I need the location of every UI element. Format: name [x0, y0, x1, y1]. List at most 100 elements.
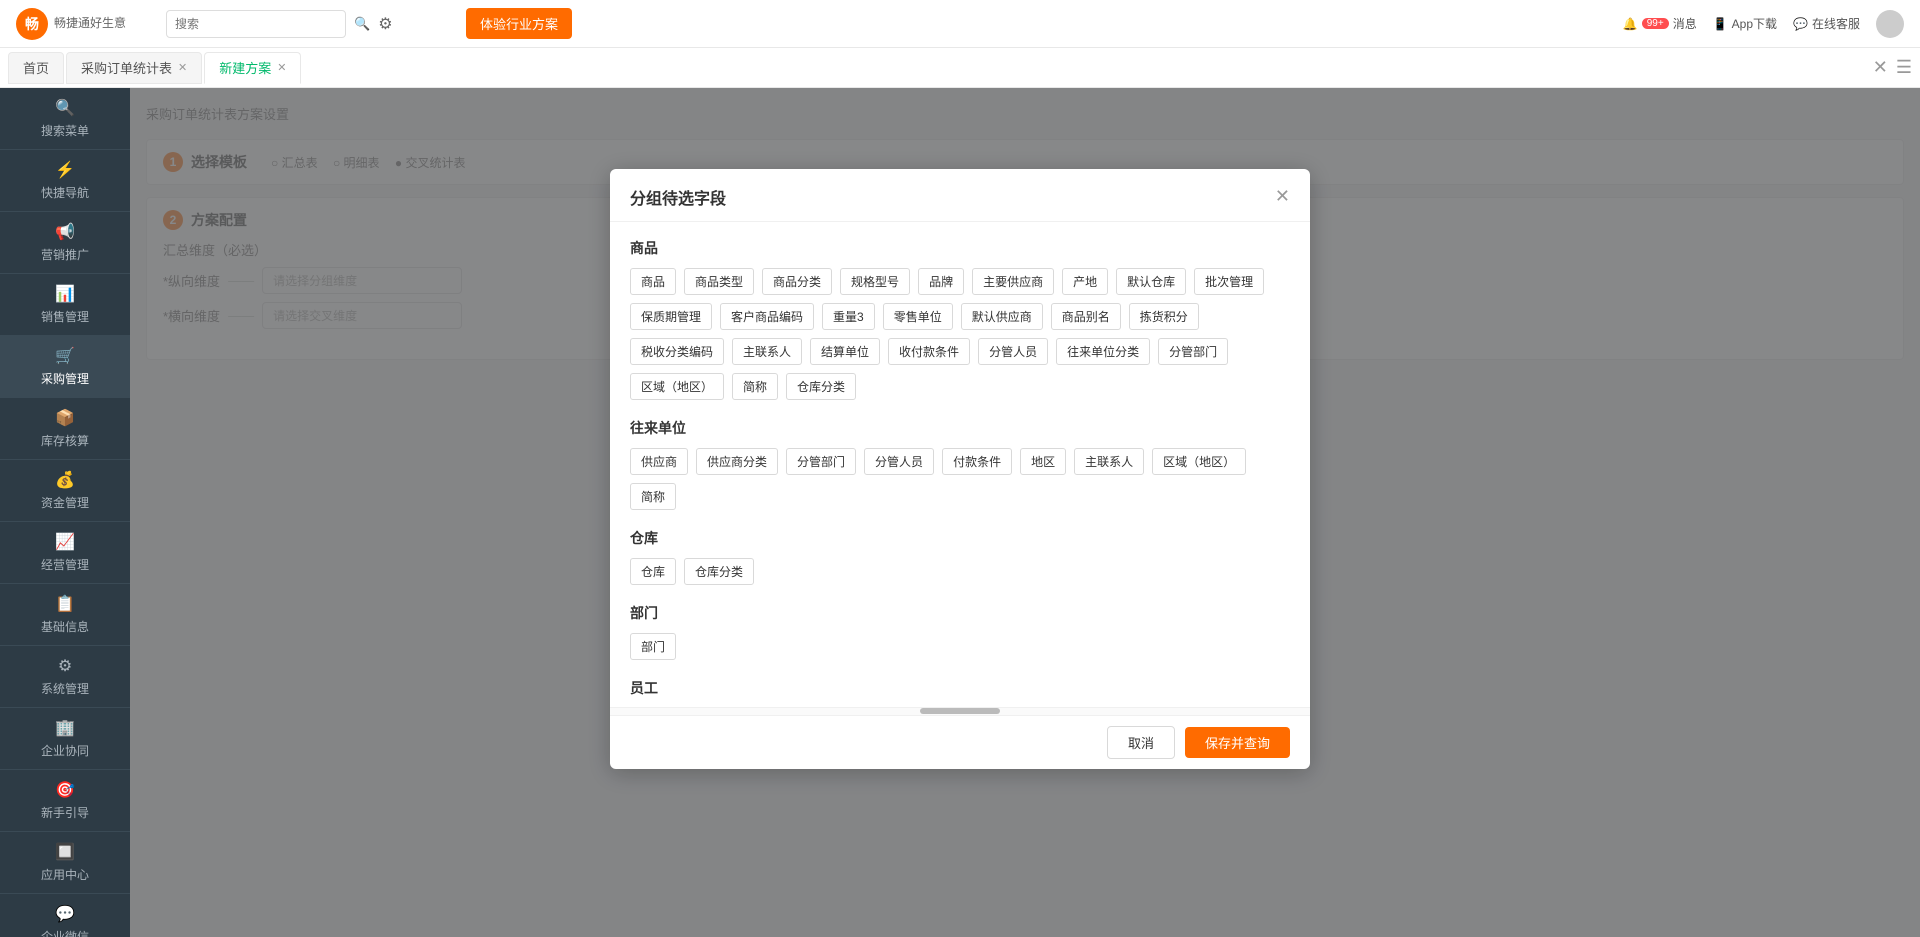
sidebar-item-basic[interactable]: 📋 基础信息: [0, 584, 130, 646]
field-tag-default-supplier[interactable]: 默认供应商: [961, 303, 1043, 330]
online-service-item[interactable]: 💬 在线客服: [1793, 15, 1860, 32]
sidebar-item-marketing[interactable]: 📢 营销推广: [0, 212, 130, 274]
inventory-icon: 📦: [55, 408, 75, 428]
sidebar-item-system[interactable]: ⚙ 系统管理: [0, 646, 130, 708]
search-menu-icon: 🔍: [55, 98, 75, 118]
field-tag-weight[interactable]: 重量3: [822, 303, 875, 330]
field-tag-brand[interactable]: 品牌: [918, 268, 964, 295]
tab-close-all-icon[interactable]: ✕: [1873, 57, 1888, 78]
sidebar-item-search[interactable]: 🔍 搜索菜单: [0, 88, 130, 150]
field-tag-main-contact[interactable]: 主联系人: [732, 338, 802, 365]
field-tag-dept[interactable]: 部门: [630, 633, 676, 660]
section-employee-title: 员工: [630, 678, 1290, 698]
field-tag-partner-short[interactable]: 简称: [630, 483, 676, 510]
sidebar-item-operation[interactable]: 📈 经营管理: [0, 522, 130, 584]
field-tag-pay-condition[interactable]: 付款条件: [942, 448, 1012, 475]
section-warehouse-title: 仓库: [630, 528, 1290, 548]
tab-bar-right: ✕ ☰: [1873, 57, 1912, 78]
tab-home[interactable]: 首页: [8, 52, 64, 84]
field-tag-spec-model[interactable]: 规格型号: [840, 268, 910, 295]
field-tag-batch[interactable]: 批次管理: [1194, 268, 1264, 295]
sidebar-item-enterprise[interactable]: 🏢 企业协同: [0, 708, 130, 770]
field-tag-area[interactable]: 地区: [1020, 448, 1066, 475]
experience-button[interactable]: 体验行业方案: [466, 8, 572, 39]
section-employee: 员工 业务员: [630, 678, 1290, 707]
field-tag-warehouse-cat[interactable]: 仓库分类: [684, 558, 754, 585]
sidebar-item-wechat[interactable]: 💬 企业微信: [0, 894, 130, 937]
notification-item[interactable]: 🔔 99+ 消息: [1623, 15, 1697, 32]
sidebar-item-guide[interactable]: 🎯 新手引导: [0, 770, 130, 832]
field-tag-goods-type[interactable]: 商品类型: [684, 268, 754, 295]
sidebar-purchase-label: 采购管理: [41, 370, 89, 387]
logo-icon: 畅: [16, 8, 48, 40]
sidebar-guide-label: 新手引导: [41, 804, 89, 821]
field-tag-short-name[interactable]: 简称: [732, 373, 778, 400]
field-tag-origin[interactable]: 产地: [1062, 268, 1108, 295]
top-nav-right: 🔔 99+ 消息 📱 App下载 💬 在线客服: [1623, 10, 1904, 38]
field-tag-main-supplier[interactable]: 主要供应商: [972, 268, 1054, 295]
sidebar-quicknav-label: 快捷导航: [41, 184, 89, 201]
logo-area: 畅 畅捷通好生意: [16, 8, 146, 40]
field-tag-partner-manager[interactable]: 分管人员: [864, 448, 934, 475]
tab-new-plan-close[interactable]: ✕: [277, 61, 286, 74]
field-tag-pick-score[interactable]: 拣货积分: [1129, 303, 1199, 330]
sidebar-item-sales[interactable]: 📊 销售管理: [0, 274, 130, 336]
appcenter-icon: 🔲: [55, 842, 75, 862]
search-input[interactable]: [166, 10, 346, 38]
section-goods: 商品 商品 商品类型 商品分类 规格型号 品牌 主要供应商 产地 默认仓库 批次…: [630, 238, 1290, 400]
field-tag-shelf-life[interactable]: 保质期管理: [630, 303, 712, 330]
bell-icon: 🔔: [1623, 17, 1638, 31]
save-query-button[interactable]: 保存并查询: [1185, 727, 1290, 758]
field-tag-region[interactable]: 区域（地区）: [630, 373, 724, 400]
sidebar-item-finance[interactable]: 💰 资金管理: [0, 460, 130, 522]
search-icon: 🔍: [354, 16, 370, 32]
sidebar-item-purchase[interactable]: 🛒 采购管理: [0, 336, 130, 398]
tab-purchase[interactable]: 采购订单统计表 ✕: [66, 52, 202, 84]
sidebar-basic-label: 基础信息: [41, 618, 89, 635]
wechat-icon: 💬: [55, 904, 75, 924]
sidebar-item-appcenter[interactable]: 🔲 应用中心: [0, 832, 130, 894]
sidebar-item-inventory[interactable]: 📦 库存核算: [0, 398, 130, 460]
warehouse-field-tags: 仓库 仓库分类: [630, 558, 1290, 585]
notification-badge: 99+: [1642, 18, 1669, 29]
field-tag-payment-condition[interactable]: 收付款条件: [888, 338, 970, 365]
tab-new-plan[interactable]: 新建方案 ✕: [204, 52, 301, 84]
field-tag-partner-region[interactable]: 区域（地区）: [1152, 448, 1246, 475]
field-tag-supplier[interactable]: 供应商: [630, 448, 688, 475]
field-tag-retail-unit[interactable]: 零售单位: [883, 303, 953, 330]
field-tag-manager[interactable]: 分管人员: [978, 338, 1048, 365]
sidebar-enterprise-label: 企业协同: [41, 742, 89, 759]
field-tag-manage-dept[interactable]: 分管部门: [1158, 338, 1228, 365]
section-dept: 部门 部门: [630, 603, 1290, 660]
modal-title: 分组待选字段: [630, 185, 726, 209]
field-tag-default-warehouse[interactable]: 默认仓库: [1116, 268, 1186, 295]
field-tag-tax-code[interactable]: 税收分类编码: [630, 338, 724, 365]
field-tag-goods-category[interactable]: 商品分类: [762, 268, 832, 295]
tab-menu-icon[interactable]: ☰: [1896, 57, 1912, 78]
field-tag-warehouse[interactable]: 仓库: [630, 558, 676, 585]
tab-purchase-close[interactable]: ✕: [178, 61, 187, 74]
field-tag-partner-dept[interactable]: 分管部门: [786, 448, 856, 475]
sidebar-appcenter-label: 应用中心: [41, 866, 89, 883]
tab-new-plan-label: 新建方案: [219, 58, 271, 77]
field-tag-settle-unit[interactable]: 结算单位: [810, 338, 880, 365]
cancel-button[interactable]: 取消: [1107, 726, 1175, 759]
enterprise-icon: 🏢: [55, 718, 75, 738]
sidebar-item-quicknav[interactable]: ⚡ 快捷导航: [0, 150, 130, 212]
field-tag-supplier-category[interactable]: 供应商分类: [696, 448, 778, 475]
field-tag-goods-alias[interactable]: 商品别名: [1051, 303, 1121, 330]
download-icon: 📱: [1713, 17, 1728, 31]
field-tag-partner-contact[interactable]: 主联系人: [1074, 448, 1144, 475]
gear-icon[interactable]: ⚙: [378, 14, 392, 34]
field-tag-customer-code[interactable]: 客户商品编码: [720, 303, 814, 330]
field-tag-from-unit-category[interactable]: 往来单位分类: [1056, 338, 1150, 365]
modal-horizontal-scrollbar[interactable]: [610, 707, 1310, 715]
guide-icon: 🎯: [55, 780, 75, 800]
field-tag-goods[interactable]: 商品: [630, 268, 676, 295]
section-partner: 往来单位 供应商 供应商分类 分管部门 分管人员 付款条件 地区 主联系人 区域…: [630, 418, 1290, 510]
modal-close-button[interactable]: ✕: [1275, 186, 1290, 207]
app-download-item[interactable]: 📱 App下载: [1713, 15, 1777, 32]
field-tag-warehouse-category[interactable]: 仓库分类: [786, 373, 856, 400]
avatar[interactable]: [1876, 10, 1904, 38]
online-service-label: 在线客服: [1812, 15, 1860, 32]
